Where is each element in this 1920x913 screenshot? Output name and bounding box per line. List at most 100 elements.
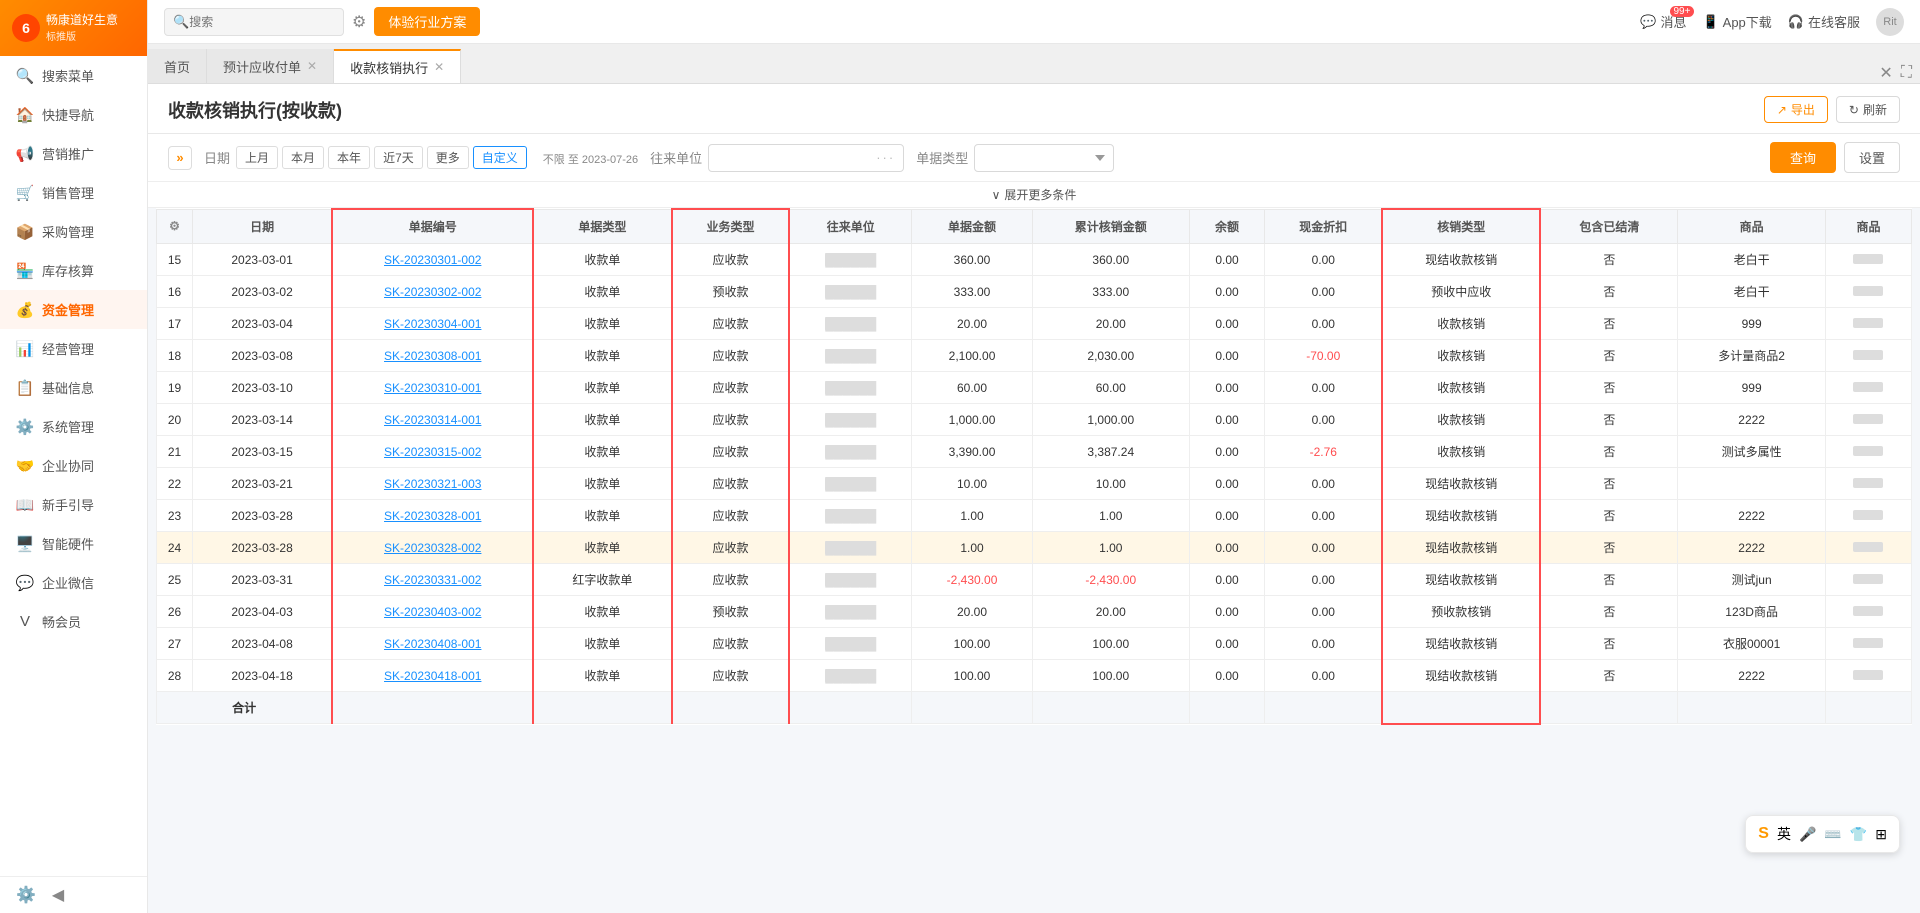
sidebar: 6 畅康道好生意 标推版 🔍 搜索菜单 🏠 快捷导航 📢 营销推广 🛒 销售管理… [0,0,148,913]
docno-link-12[interactable]: SK-20230408-001 [384,637,481,651]
watermark-shirt-icon[interactable]: 👕 [1850,826,1867,843]
tab-expand-icon[interactable]: ⛶ [1901,64,1912,82]
cell-date-1: 2023-03-02 [193,276,333,308]
sidebar-settings-icon[interactable]: ⚙️ [16,885,36,905]
docno-link-6[interactable]: SK-20230315-002 [384,445,481,459]
app-download-button[interactable]: 📱 App下载 [1702,12,1771,31]
online-service-button[interactable]: 🎧 在线客服 [1788,12,1860,31]
sidebar-item-operations[interactable]: 📊 经营管理 [0,329,147,368]
cell-date-11: 2023-04-03 [193,596,333,628]
watermark-mic-icon[interactable]: 🎤 [1799,826,1816,843]
sidebar-item-sales[interactable]: 🛒 销售管理 [0,173,147,212]
tab-close-pre-receipt[interactable]: ✕ [307,59,317,73]
cell-verified-7: 10.00 [1032,468,1189,500]
th-product2: 商品 [1825,209,1911,244]
docno-link-1[interactable]: SK-20230302-002 [384,285,481,299]
docno-link-7[interactable]: SK-20230321-003 [384,477,481,491]
docno-link-5[interactable]: SK-20230314-001 [384,413,481,427]
filter-date-more[interactable]: 更多 [427,146,469,169]
table-row: 192023-03-10SK-20230310-001收款单应收款██████6… [157,372,1912,404]
docno-link-0[interactable]: SK-20230301-002 [384,253,481,267]
docno-link-11[interactable]: SK-20230403-002 [384,605,481,619]
filter-date-this-year[interactable]: 本年 [328,146,370,169]
filter-date-custom[interactable]: 自定义 [473,146,527,169]
cell-discount-12: 0.00 [1265,628,1382,660]
docno-link-9[interactable]: SK-20230328-002 [384,541,481,555]
cell-doctype-11: 收款单 [533,596,671,628]
docno-link-4[interactable]: SK-20230310-001 [384,381,481,395]
docno-link-3[interactable]: SK-20230308-001 [384,349,481,363]
filter-partner-input[interactable] [717,151,872,165]
tab-label-home: 首页 [164,57,190,76]
sidebar-icon-wechat: 💬 [16,574,34,592]
export-button[interactable]: ↗ 导出 [1764,96,1828,123]
cell-date-5: 2023-03-14 [193,404,333,436]
solution-button[interactable]: 体验行业方案 [374,7,480,36]
cell-docno-9: SK-20230328-002 [332,532,533,564]
filter-settings-button[interactable]: 设置 [1844,142,1900,173]
cell-product-4: 999 [1678,372,1826,404]
cell-verifytype-10: 现结收款核销 [1382,564,1540,596]
filter-date-prev-month[interactable]: 上月 [236,146,278,169]
cell-verifytype-11: 预收款核销 [1382,596,1540,628]
th-cash-discount: 现金折扣 [1265,209,1382,244]
cell-balance-0: 0.00 [1189,244,1265,276]
docno-link-10[interactable]: SK-20230331-002 [384,573,481,587]
cell-date-7: 2023-03-21 [193,468,333,500]
cell-partner-11: ██████ [789,596,911,628]
watermark-keyboard-icon[interactable]: ⌨️ [1824,826,1841,843]
watermark-grid-icon[interactable]: ⊞ [1875,826,1887,843]
sidebar-item-hardware[interactable]: 🖥️ 智能硬件 [0,524,147,563]
footer-doc-no [332,692,533,724]
watermark-s-icon: S [1758,825,1769,843]
sidebar-item-finance[interactable]: 💰 资金管理 [0,290,147,329]
sidebar-icon-operations: 📊 [16,340,34,358]
cell-product2-7 [1825,468,1911,500]
filter-date-7days[interactable]: 近7天 [374,146,423,169]
refresh-button[interactable]: ↻ 刷新 [1836,96,1900,123]
avatar[interactable]: Rit [1876,8,1904,36]
expand-more-button[interactable]: ∨ 展开更多条件 [992,186,1077,203]
filter-date-this-month[interactable]: 本月 [282,146,324,169]
message-button[interactable]: 💬 消息 99+ [1640,12,1686,31]
cell-amount-13: 100.00 [912,660,1033,692]
sidebar-item-wechat[interactable]: 💬 企业微信 [0,563,147,602]
th-settings[interactable]: ⚙ [157,209,193,244]
tab-pre-receipt[interactable]: 预计应收付单✕ [207,49,334,83]
sidebar-item-inventory[interactable]: 🏪 库存核算 [0,251,147,290]
sidebar-icon-search: 🔍 [16,67,34,85]
filter-collapse-button[interactable]: » [168,146,192,170]
sidebar-label-hardware: 智能硬件 [42,534,94,553]
filter-dots-icon[interactable]: ··· [876,150,895,165]
table-row: 272023-04-08SK-20230408-001收款单应收款██████1… [157,628,1912,660]
sidebar-label-guide: 新手引导 [42,495,94,514]
cell-verified-0: 360.00 [1032,244,1189,276]
gear-icon[interactable]: ⚙ [352,12,366,32]
query-button[interactable]: 查询 [1770,142,1836,173]
docno-link-8[interactable]: SK-20230328-001 [384,509,481,523]
cell-balance-4: 0.00 [1189,372,1265,404]
tab-home[interactable]: 首页 [148,49,207,83]
tab-close-icon[interactable]: ✕ [1879,63,1892,83]
sidebar-item-search[interactable]: 🔍 搜索菜单 [0,56,147,95]
docno-link-2[interactable]: SK-20230304-001 [384,317,481,331]
sidebar-item-guide[interactable]: 📖 新手引导 [0,485,147,524]
sidebar-item-member[interactable]: V 畅会员 [0,602,147,641]
sidebar-item-system[interactable]: ⚙️ 系统管理 [0,407,147,446]
sidebar-item-basic-info[interactable]: 📋 基础信息 [0,368,147,407]
tab-receipt-verify[interactable]: 收款核销执行✕ [334,49,461,83]
filter-doctype-select[interactable]: 收款单 红字收款单 [974,144,1114,172]
sidebar-item-corp[interactable]: 🤝 企业协同 [0,446,147,485]
search-input[interactable] [189,15,335,29]
sidebar-item-quick-nav[interactable]: 🏠 快捷导航 [0,95,147,134]
sidebar-item-purchase[interactable]: 📦 采购管理 [0,212,147,251]
sidebar-item-marketing[interactable]: 📢 营销推广 [0,134,147,173]
cell-amount-3: 2,100.00 [912,340,1033,372]
tab-close-receipt-verify[interactable]: ✕ [434,60,444,74]
cell-docno-7: SK-20230321-003 [332,468,533,500]
sidebar-collapse-icon[interactable]: ◀ [52,885,64,905]
cell-docno-8: SK-20230328-001 [332,500,533,532]
cell-product-2: 999 [1678,308,1826,340]
docno-link-13[interactable]: SK-20230418-001 [384,669,481,683]
cell-num-13: 28 [157,660,193,692]
